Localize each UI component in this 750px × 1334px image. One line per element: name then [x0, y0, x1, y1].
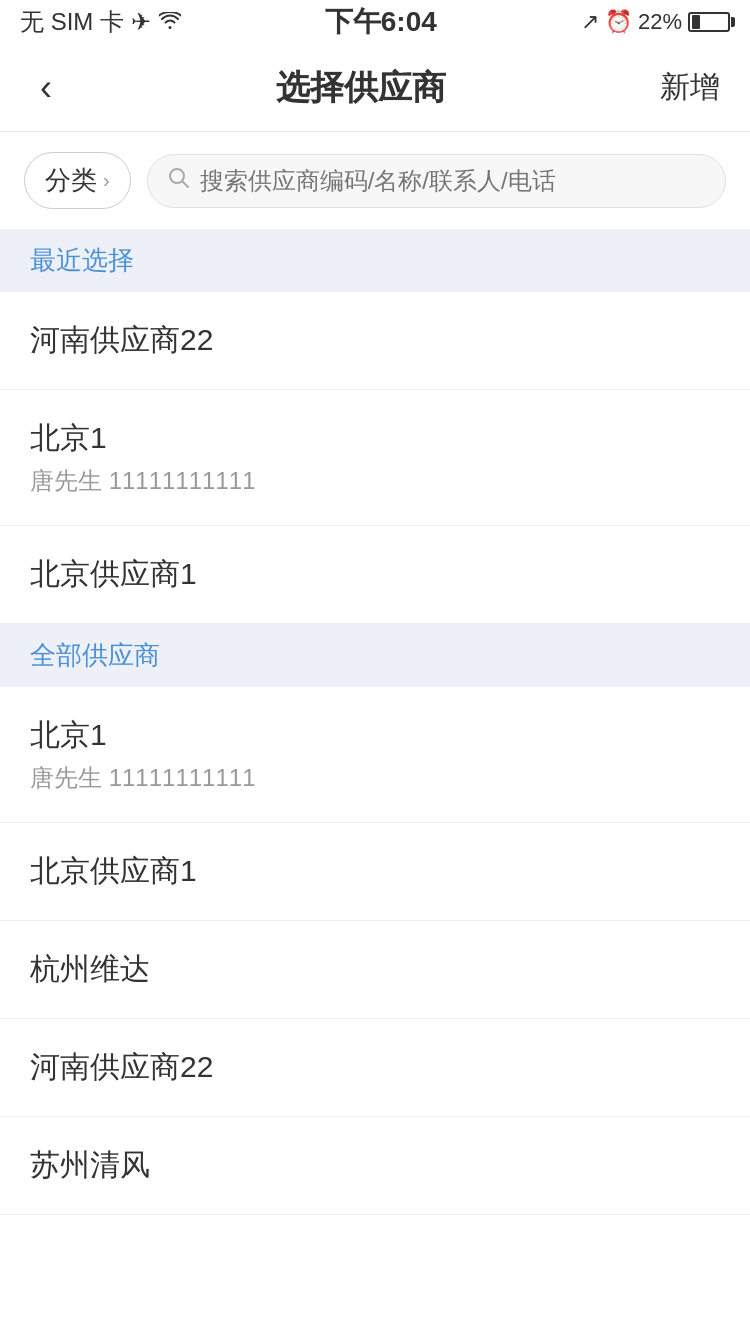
status-time: 下午6:04 — [325, 3, 437, 41]
status-right: ↗ ⏰ 22% — [581, 9, 730, 35]
list-item[interactable]: 苏州清风 — [0, 1117, 750, 1215]
list-item[interactable]: 北京1 唐先生 11111111111 — [0, 687, 750, 823]
recent-items-list: 河南供应商22 北京1 唐先生 11111111111 北京供应商1 — [0, 292, 750, 624]
page-title: 选择供应商 — [276, 65, 446, 111]
list-item[interactable]: 北京供应商1 — [0, 526, 750, 624]
chevron-right-icon: › — [103, 169, 110, 192]
all-section-header: 全部供应商 — [0, 624, 750, 687]
svg-line-1 — [182, 181, 188, 187]
category-label: 分类 — [45, 163, 97, 198]
item-sub: 唐先生 11111111111 — [30, 762, 720, 794]
item-name: 河南供应商22 — [30, 320, 720, 361]
item-name: 河南供应商22 — [30, 1047, 720, 1088]
add-button[interactable]: 新增 — [660, 67, 720, 108]
battery-percentage: 22% — [638, 9, 682, 35]
wifi-icon — [159, 8, 181, 36]
item-name: 苏州清风 — [30, 1145, 720, 1186]
list-item[interactable]: 河南供应商22 — [0, 1019, 750, 1117]
location-icon: ↗ — [581, 9, 599, 35]
no-sim-text: 无 SIM 卡 ✈ — [20, 6, 151, 38]
search-icon — [168, 167, 190, 195]
filter-bar: 分类 › — [0, 132, 750, 229]
item-name: 北京供应商1 — [30, 554, 720, 595]
item-name: 北京1 — [30, 715, 720, 756]
item-name: 北京供应商1 — [30, 851, 720, 892]
list-item[interactable]: 河南供应商22 — [0, 292, 750, 390]
list-item[interactable]: 北京1 唐先生 11111111111 — [0, 390, 750, 526]
all-items-list: 北京1 唐先生 11111111111 北京供应商1 杭州维达 河南供应商22 … — [0, 687, 750, 1215]
item-sub: 唐先生 11111111111 — [30, 465, 720, 497]
recent-section-header: 最近选择 — [0, 229, 750, 292]
back-button[interactable]: ‹ — [30, 57, 62, 119]
status-left: 无 SIM 卡 ✈ — [20, 6, 181, 38]
item-name: 杭州维达 — [30, 949, 720, 990]
all-section-title: 全部供应商 — [30, 640, 160, 670]
list-item[interactable]: 北京供应商1 — [0, 823, 750, 921]
search-input[interactable] — [200, 167, 705, 195]
item-name: 北京1 — [30, 418, 720, 459]
category-filter-button[interactable]: 分类 › — [24, 152, 131, 209]
status-bar: 无 SIM 卡 ✈ 下午6:04 ↗ ⏰ 22% — [0, 0, 750, 44]
recent-section-title: 最近选择 — [30, 245, 134, 275]
alarm-icon: ⏰ — [605, 9, 632, 35]
list-item[interactable]: 杭州维达 — [0, 921, 750, 1019]
nav-bar: ‹ 选择供应商 新增 — [0, 44, 750, 132]
search-box[interactable] — [147, 154, 726, 208]
battery-icon — [688, 12, 730, 32]
battery-fill — [692, 15, 700, 29]
